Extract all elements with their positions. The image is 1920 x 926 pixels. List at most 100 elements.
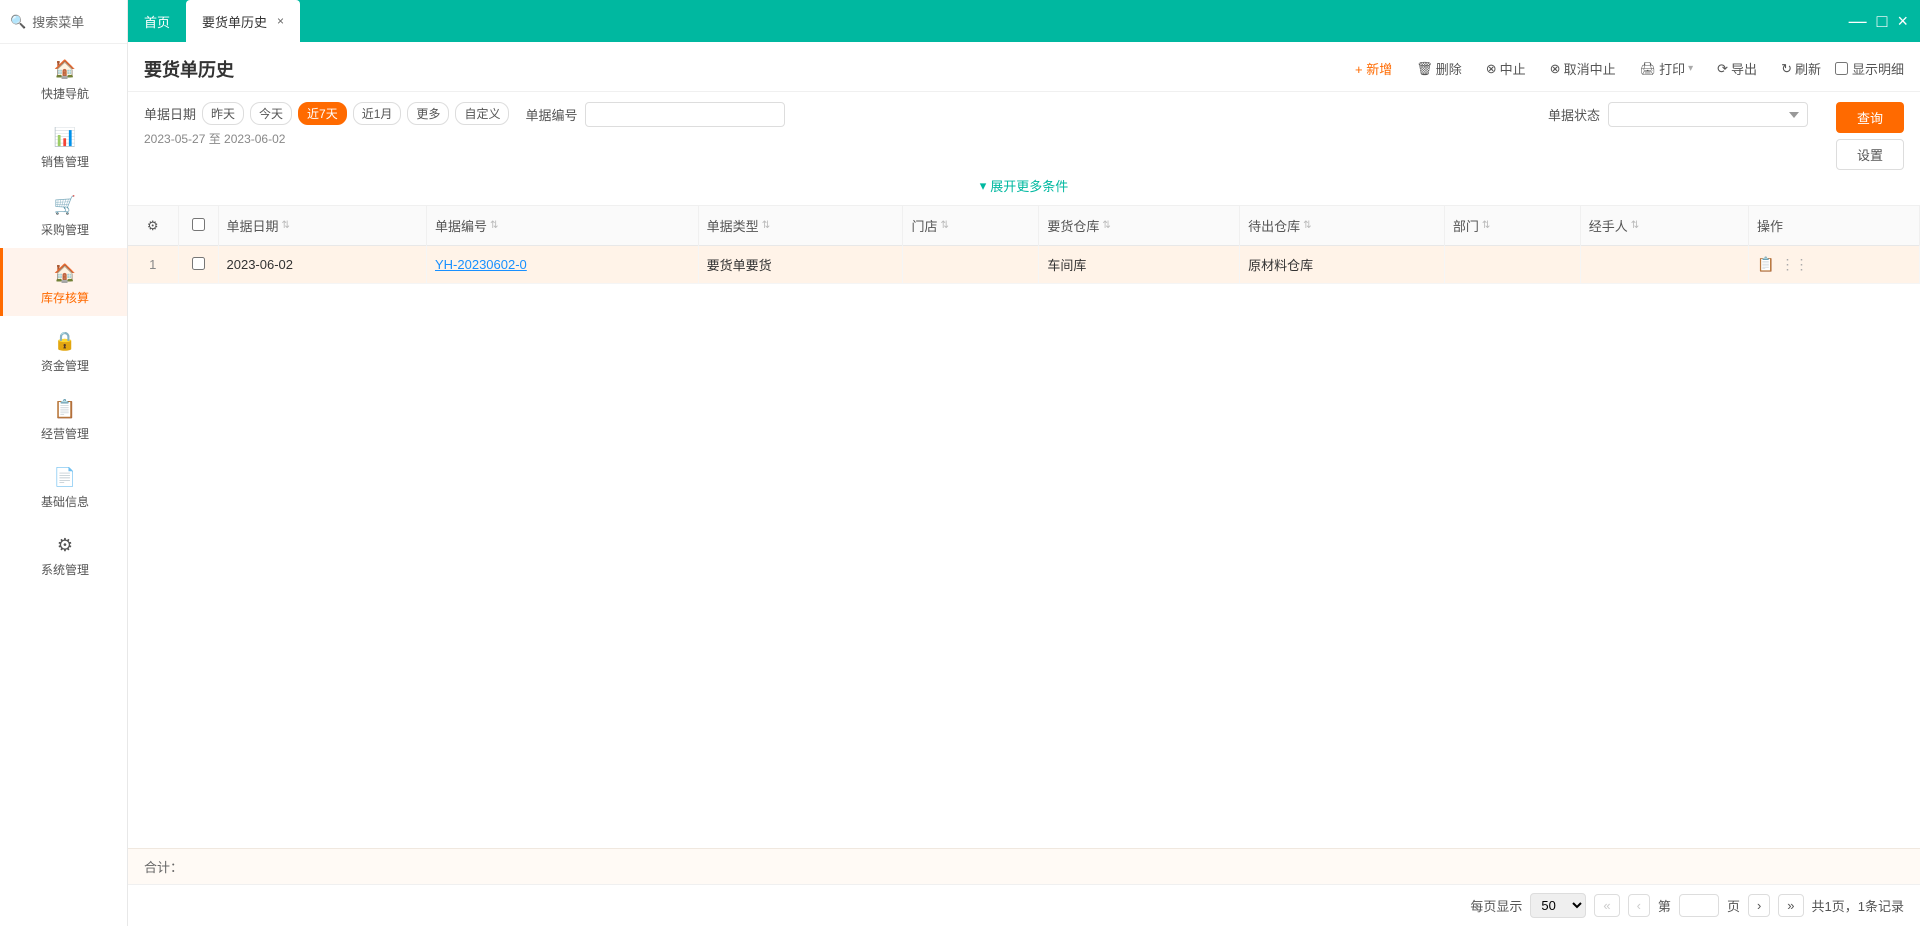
filter-row-1: 单据日期 昨天 今天 近7天 近1月 更多 自定义 2023-05-27 至 2… <box>144 102 1904 170</box>
query-button[interactable]: 查询 <box>1836 102 1904 133</box>
row-store <box>903 246 1039 284</box>
page-header: 要货单历史 + 新增 🗑 删除 ⊗ 中止 ⊗ 取消中止 🖨 打印 <box>128 42 1920 92</box>
select-all-checkbox[interactable] <box>192 218 205 231</box>
display-detail-input[interactable] <box>1835 62 1848 75</box>
th-pending-warehouse[interactable]: 待出仓库 ⇅ <box>1240 206 1445 246</box>
sidebar-item-operation[interactable]: 📋 经营管理 <box>0 384 127 452</box>
total-info: 共1页，1条记录 <box>1812 896 1904 915</box>
search-icon: 🔍 <box>10 14 26 30</box>
sidebar-item-finance[interactable]: 🔒 资金管理 <box>0 316 127 384</box>
close-icon[interactable]: × <box>1897 11 1908 32</box>
delete-button[interactable]: 🗑 删除 <box>1406 54 1472 83</box>
sort-icon: ⇅ <box>1303 220 1311 231</box>
sidebar-item-purchase[interactable]: 🛒 采购管理 <box>0 180 127 248</box>
toolbar: + 新增 🗑 删除 ⊗ 中止 ⊗ 取消中止 🖨 打印 ▾ <box>1345 54 1904 83</box>
sidebar-item-label: 基础信息 <box>41 493 89 510</box>
th-doc-no[interactable]: 单据编号 ⇅ <box>427 206 699 246</box>
print-button[interactable]: 🖨 打印 ▾ <box>1630 54 1704 83</box>
sidebar-item-inventory[interactable]: 🏠 库存核算 <box>0 248 127 316</box>
th-handler[interactable]: 经手人 ⇅ <box>1580 206 1748 246</box>
page-content: 要货单历史 + 新增 🗑 删除 ⊗ 中止 ⊗ 取消中止 🖨 打印 <box>128 42 1920 926</box>
stop-button[interactable]: ⊗ 中止 <box>1476 54 1536 83</box>
maximize-icon[interactable]: □ <box>1877 11 1888 32</box>
th-dept[interactable]: 部门 ⇅ <box>1444 206 1580 246</box>
th-req-warehouse[interactable]: 要货仓库 ⇅ <box>1039 206 1240 246</box>
chevron-down-icon: ▾ <box>980 178 987 194</box>
row-index: 1 <box>128 246 178 284</box>
sort-icon: ⇅ <box>1482 220 1490 231</box>
sidebar-item-label: 库存核算 <box>41 289 89 306</box>
sort-icon: ⇅ <box>940 220 948 231</box>
date-btn-custom[interactable]: 自定义 <box>455 102 509 125</box>
sidebar-search-label: 搜索菜单 <box>32 12 84 31</box>
sidebar-item-label: 系统管理 <box>41 561 89 578</box>
first-page-button[interactable]: « <box>1594 894 1619 917</box>
tab-home[interactable]: 首页 <box>128 0 186 42</box>
sidebar-item-base[interactable]: 📄 基础信息 <box>0 452 127 520</box>
edit-icon[interactable]: 📋 <box>1757 256 1774 273</box>
sort-icon: ⇅ <box>1631 220 1639 231</box>
sidebar-item-sales[interactable]: 📊 销售管理 <box>0 112 127 180</box>
sort-icon: ⇅ <box>490 220 498 231</box>
tab-home-label: 首页 <box>144 12 170 31</box>
row-select-checkbox[interactable] <box>192 257 205 270</box>
th-actions: 操作 <box>1749 206 1920 246</box>
refresh-button[interactable]: ↻ 刷新 <box>1771 54 1831 83</box>
minimize-icon[interactable]: — <box>1849 11 1867 32</box>
sidebar-item-label: 采购管理 <box>41 221 89 238</box>
row-doc-date: 2023-06-02 <box>218 246 427 284</box>
date-filter-block: 单据日期 昨天 今天 近7天 近1月 更多 自定义 2023-05-27 至 2… <box>144 102 509 147</box>
sidebar-item-quick-nav[interactable]: 🏠 快捷导航 <box>0 44 127 112</box>
status-select[interactable] <box>1608 102 1808 127</box>
sidebar: 🔍 搜索菜单 🏠 快捷导航 📊 销售管理 🛒 采购管理 🏠 库存核算 🔒 资金管… <box>0 0 128 926</box>
chart-icon: 📊 <box>54 126 76 148</box>
prev-page-button[interactable]: ‹ <box>1628 894 1650 917</box>
export-button[interactable]: ⟳ 导出 <box>1707 54 1767 83</box>
window-controls: — □ × <box>1849 11 1920 32</box>
date-btn-1month[interactable]: 近1月 <box>353 102 402 125</box>
new-button[interactable]: + 新增 <box>1345 54 1402 83</box>
th-doc-type[interactable]: 单据类型 ⇅ <box>698 206 903 246</box>
settings-button[interactable]: 设置 <box>1836 139 1904 170</box>
th-doc-date[interactable]: 单据日期 ⇅ <box>218 206 427 246</box>
sidebar-item-label: 经营管理 <box>41 425 89 442</box>
date-btn-more[interactable]: 更多 <box>407 102 449 125</box>
doc-no-input[interactable] <box>585 102 785 127</box>
page-size-select[interactable]: 50 100 <box>1530 893 1586 918</box>
topbar: 首页 要货单历史 × — □ × <box>128 0 1920 42</box>
more-icon[interactable]: ⋮⋮ <box>1780 256 1808 273</box>
action-icons: 📋 ⋮⋮ <box>1757 256 1911 273</box>
refresh-icon: ↻ <box>1781 61 1792 77</box>
table-header-row: ⚙ 单据日期 ⇅ 单据编号 <box>128 206 1920 246</box>
pagination: 每页显示 50 100 « ‹ 第 1 页 › » 共1页，1条记录 <box>128 884 1920 926</box>
sidebar-item-label: 销售管理 <box>41 153 89 170</box>
date-btn-7days[interactable]: 近7天 <box>298 102 347 125</box>
expand-more-btn[interactable]: ▾ 展开更多条件 <box>144 176 1904 195</box>
stop-icon: ⊗ <box>1486 61 1497 77</box>
tab-history[interactable]: 要货单历史 × <box>186 0 300 42</box>
display-detail-checkbox[interactable]: 显示明细 <box>1835 59 1904 78</box>
th-store[interactable]: 门店 ⇅ <box>903 206 1039 246</box>
sidebar-item-system[interactable]: ⚙ 系统管理 <box>0 520 127 588</box>
tab-history-label: 要货单历史 <box>202 12 267 31</box>
cancel-stop-button[interactable]: ⊗ 取消中止 <box>1540 54 1626 83</box>
th-settings[interactable]: ⚙ <box>128 206 178 246</box>
status-label: 单据状态 <box>1548 105 1600 124</box>
doc-icon: 📄 <box>54 466 76 488</box>
page-input[interactable]: 1 <box>1679 894 1719 917</box>
cancel-stop-icon: ⊗ <box>1550 61 1561 77</box>
next-page-button[interactable]: › <box>1748 894 1770 917</box>
home-icon: 🏠 <box>54 58 76 80</box>
date-btn-yesterday[interactable]: 昨天 <box>202 102 244 125</box>
date-btn-today[interactable]: 今天 <box>250 102 292 125</box>
row-doc-no[interactable]: YH-20230602-0 <box>427 246 699 284</box>
tab-close-icon[interactable]: × <box>277 14 284 28</box>
page-label: 页 <box>1727 896 1740 915</box>
sidebar-search[interactable]: 🔍 搜索菜单 <box>0 0 127 44</box>
last-page-button[interactable]: » <box>1778 894 1803 917</box>
footer-summary: 合计： <box>128 848 1920 884</box>
sidebar-item-label: 快捷导航 <box>41 85 89 102</box>
print-icon: 🖨 <box>1640 61 1657 77</box>
row-req-warehouse: 车间库 <box>1039 246 1240 284</box>
sort-icon: ⇅ <box>762 220 770 231</box>
